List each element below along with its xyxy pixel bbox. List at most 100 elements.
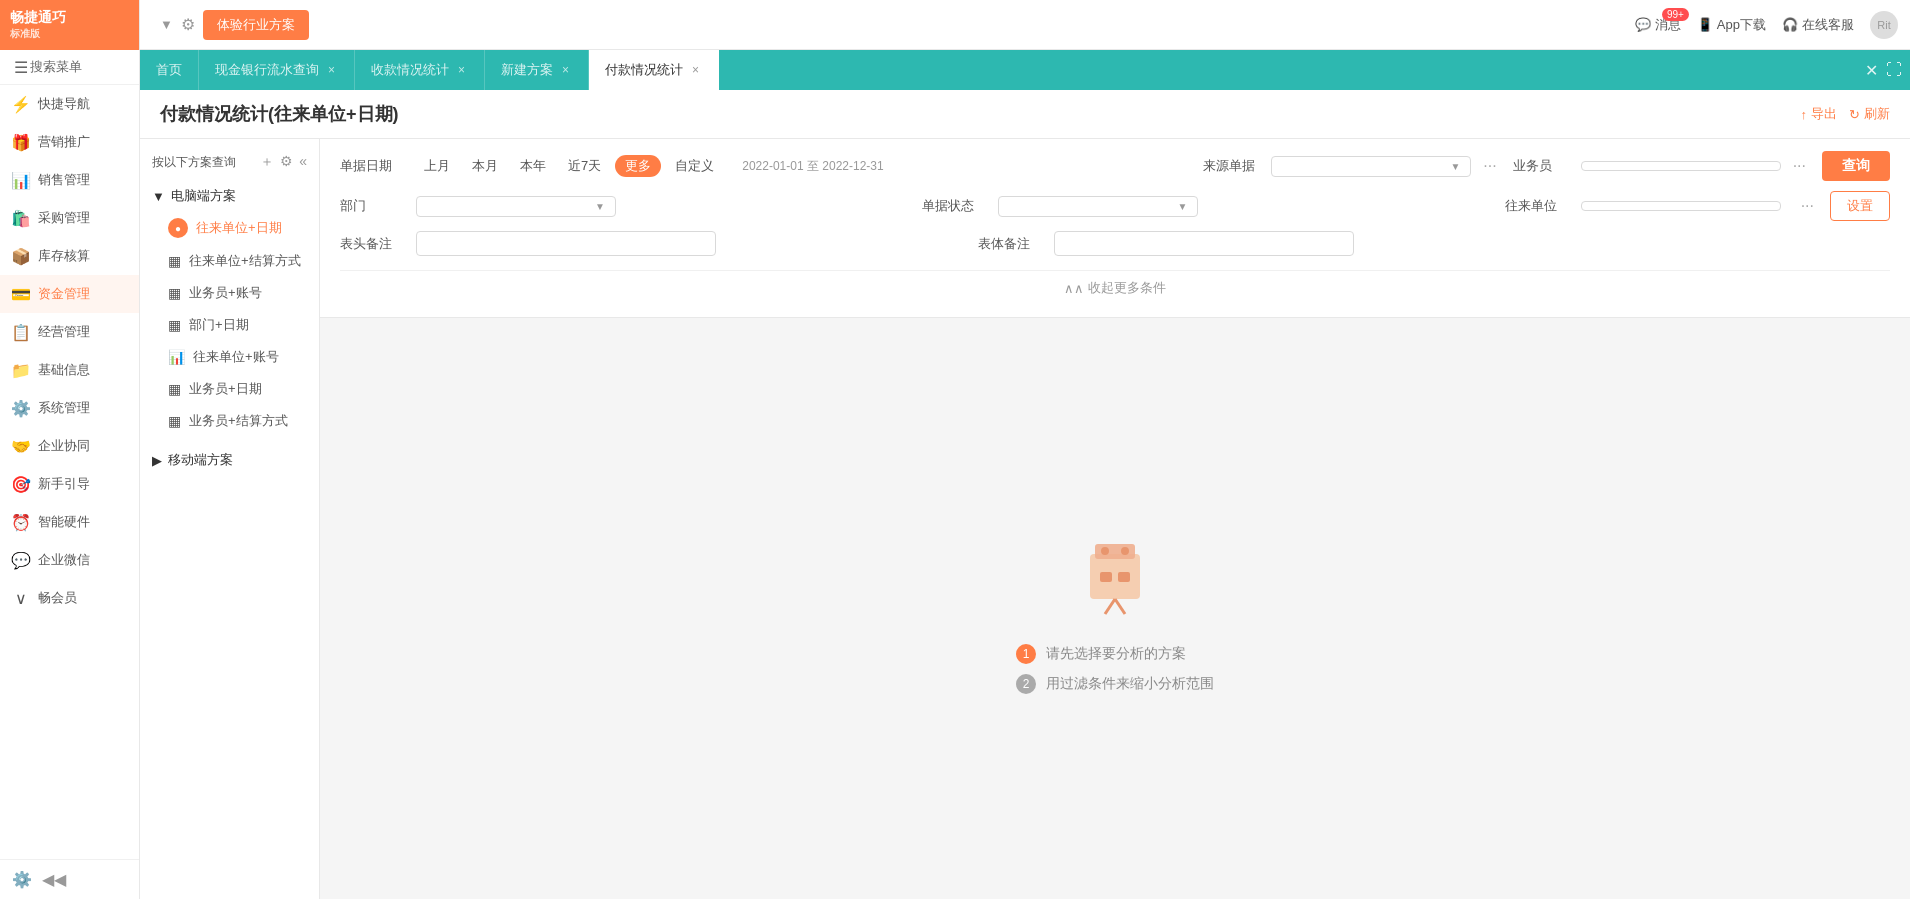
export-btn[interactable]: ↑ 导出 bbox=[1801, 105, 1838, 123]
source-bill-select[interactable]: ▼ bbox=[1271, 156, 1471, 177]
tab-payment-stats[interactable]: 付款情况统计 × bbox=[589, 50, 719, 90]
table-head-note-label: 表头备注 bbox=[340, 235, 400, 253]
partner-select[interactable] bbox=[1581, 201, 1781, 211]
scheme-group-mobile-header[interactable]: ▶ 移动端方案 bbox=[140, 445, 319, 475]
scheme-group-mobile-arrow: ▶ bbox=[152, 453, 162, 468]
marketing-icon: 🎁 bbox=[12, 133, 30, 151]
scheme-item-icon-4: 📊 bbox=[168, 349, 185, 365]
tab-income-stats[interactable]: 收款情况统计 × bbox=[355, 50, 485, 90]
scheme-item-partner-account[interactable]: 📊 往来单位+账号 bbox=[140, 341, 319, 373]
add-scheme-icon[interactable]: ＋ bbox=[260, 153, 274, 171]
sidebar-item-wechat[interactable]: 💬 企业微信 bbox=[0, 541, 139, 579]
scheme-item-salesman-account[interactable]: ▦ 业务员+账号 bbox=[140, 277, 319, 309]
scheme-item-salesman-date[interactable]: ▦ 业务员+日期 bbox=[140, 373, 319, 405]
scheme-group-mobile: ▶ 移动端方案 bbox=[140, 441, 319, 479]
query-btn[interactable]: 查询 bbox=[1822, 151, 1890, 181]
sidebar-item-guide[interactable]: 🎯 新手引导 bbox=[0, 465, 139, 503]
date-opt-last-month[interactable]: 上月 bbox=[416, 154, 458, 178]
user-name-display: Rit bbox=[1877, 19, 1890, 31]
messages-btn[interactable]: 💬 消息 99+ bbox=[1635, 16, 1681, 34]
scheme-item-icon-3: ▦ bbox=[168, 317, 181, 333]
inventory-icon: 📦 bbox=[12, 247, 30, 265]
date-opt-this-year[interactable]: 本年 bbox=[512, 154, 554, 178]
scheme-item-salesman-account-label: 业务员+账号 bbox=[189, 284, 262, 302]
scheme-item-dept-date[interactable]: ▦ 部门+日期 bbox=[140, 309, 319, 341]
date-opt-this-month[interactable]: 本月 bbox=[464, 154, 506, 178]
sidebar-bottom: ⚙️ ◀◀ bbox=[0, 859, 139, 899]
wechat-label: 企业微信 bbox=[38, 551, 90, 569]
scheme-item-partner-account-label: 往来单位+账号 bbox=[193, 348, 279, 366]
header-settings-icon[interactable]: ⚙ bbox=[181, 15, 195, 34]
date-opt-7days[interactable]: 近7天 bbox=[560, 154, 609, 178]
tab-new-scheme-close[interactable]: × bbox=[559, 61, 572, 79]
sidebar-item-hardware[interactable]: ⏰ 智能硬件 bbox=[0, 503, 139, 541]
app-download-label: App下载 bbox=[1717, 16, 1766, 34]
online-service-btn[interactable]: 🎧 在线客服 bbox=[1782, 16, 1854, 34]
bill-status-arrow: ▼ bbox=[1177, 201, 1187, 212]
tab-new-scheme[interactable]: 新建方案 × bbox=[485, 50, 589, 90]
table-body-note-input[interactable] bbox=[1054, 231, 1354, 256]
tab-bank-flow-close[interactable]: × bbox=[325, 61, 338, 79]
edit-scheme-icon[interactable]: ⚙ bbox=[280, 153, 293, 171]
source-bill-dots[interactable]: ··· bbox=[1483, 157, 1496, 175]
tab-income-stats-close[interactable]: × bbox=[455, 61, 468, 79]
tab-payment-stats-close[interactable]: × bbox=[689, 61, 702, 79]
search-menu-item[interactable]: ☰ 搜索菜单 bbox=[0, 50, 139, 85]
sidebar-item-inventory[interactable]: 📦 库存核算 bbox=[0, 237, 139, 275]
partner-dots[interactable]: ··· bbox=[1801, 197, 1814, 215]
app-download-btn[interactable]: 📱 App下载 bbox=[1697, 16, 1766, 34]
scheme-item-partner-date[interactable]: ● 往来单位+日期 bbox=[140, 211, 319, 245]
sidebar-item-member[interactable]: ∨ 畅会员 bbox=[0, 579, 139, 617]
scheme-group-pc-header[interactable]: ▼ 电脑端方案 bbox=[140, 181, 319, 211]
scheme-item-salesman-date-label: 业务员+日期 bbox=[189, 380, 262, 398]
sidebar-item-sales[interactable]: 📊 销售管理 bbox=[0, 161, 139, 199]
sidebar-item-quick-nav[interactable]: ⚡ 快捷导航 bbox=[0, 85, 139, 123]
sidebar-item-enterprise[interactable]: 🤝 企业协同 bbox=[0, 427, 139, 465]
close-tab-icon[interactable]: ✕ bbox=[1865, 61, 1878, 80]
collapse-scheme-icon[interactable]: « bbox=[299, 153, 307, 171]
sidebar-item-capital[interactable]: 💳 资金管理 bbox=[0, 275, 139, 313]
sidebar-item-purchase[interactable]: 🛍️ 采购管理 bbox=[0, 199, 139, 237]
collapse-more-btn[interactable]: ∧∧ 收起更多条件 bbox=[340, 270, 1890, 305]
salesman-dots[interactable]: ··· bbox=[1793, 157, 1806, 175]
scheme-item-dept-date-label: 部门+日期 bbox=[189, 316, 249, 334]
scheme-panel: 按以下方案查询 ＋ ⚙ « ▼ 电脑端方案 ● 往来单位+日期 bbox=[140, 139, 320, 899]
tab-bank-flow[interactable]: 现金银行流水查询 × bbox=[199, 50, 355, 90]
user-profile[interactable]: Rit bbox=[1870, 11, 1898, 39]
content: 付款情况统计(往来单位+日期) ↑ 导出 ↻ 刷新 按以下方案查询 ＋ bbox=[140, 90, 1910, 899]
date-opt-more[interactable]: 更多 bbox=[615, 155, 661, 177]
bill-status-select[interactable]: ▼ bbox=[998, 196, 1198, 217]
scheme-item-salesman-settlement[interactable]: ▦ 业务员+结算方式 bbox=[140, 405, 319, 437]
sales-label: 销售管理 bbox=[38, 171, 90, 189]
dept-arrow: ▼ bbox=[595, 201, 605, 212]
table-head-note-input[interactable] bbox=[416, 231, 716, 256]
dept-select[interactable]: ▼ bbox=[416, 196, 616, 217]
maximize-tab-icon[interactable]: ⛶ bbox=[1886, 61, 1902, 79]
trial-btn[interactable]: 体验行业方案 bbox=[203, 10, 309, 40]
bill-status-label: 单据状态 bbox=[922, 197, 982, 215]
sidebar-item-system[interactable]: ⚙️ 系统管理 bbox=[0, 389, 139, 427]
refresh-btn[interactable]: ↻ 刷新 bbox=[1849, 105, 1890, 123]
guide-label: 新手引导 bbox=[38, 475, 90, 493]
salesman-select[interactable] bbox=[1581, 161, 1781, 171]
sidebar-item-operations[interactable]: 📋 经营管理 bbox=[0, 313, 139, 351]
collapse-up-icon: ∧∧ bbox=[1064, 281, 1084, 296]
settings-btn[interactable]: 设置 bbox=[1830, 191, 1890, 221]
scheme-item-partner-date-label: 往来单位+日期 bbox=[196, 219, 282, 237]
member-icon: ∨ bbox=[12, 589, 30, 607]
main: ▼ ⚙ 体验行业方案 💬 消息 99+ 📱 App下载 🎧 在线客服 Rit bbox=[140, 0, 1910, 899]
settings-bottom-icon[interactable]: ⚙️ bbox=[12, 870, 32, 889]
tab-home[interactable]: 首页 bbox=[140, 50, 199, 90]
source-bill-label: 来源单据 bbox=[1203, 157, 1263, 175]
sidebar-item-basic[interactable]: 📁 基础信息 bbox=[0, 351, 139, 389]
empty-state: 1 请先选择要分析的方案 2 用过滤条件来缩小分析范围 bbox=[320, 318, 1910, 899]
online-service-label: 在线客服 bbox=[1802, 16, 1854, 34]
collapse-sidebar-icon[interactable]: ◀◀ bbox=[42, 870, 66, 889]
date-opt-custom[interactable]: 自定义 bbox=[667, 154, 722, 178]
header-dropdown-icon[interactable]: ▼ bbox=[160, 17, 173, 32]
avatar: Rit bbox=[1870, 11, 1898, 39]
sidebar-item-marketing[interactable]: 🎁 营销推广 bbox=[0, 123, 139, 161]
scheme-item-partner-settlement[interactable]: ▦ 往来单位+结算方式 bbox=[140, 245, 319, 277]
quick-nav-label: 快捷导航 bbox=[38, 95, 90, 113]
empty-tip-1: 1 请先选择要分析的方案 bbox=[1016, 644, 1214, 664]
